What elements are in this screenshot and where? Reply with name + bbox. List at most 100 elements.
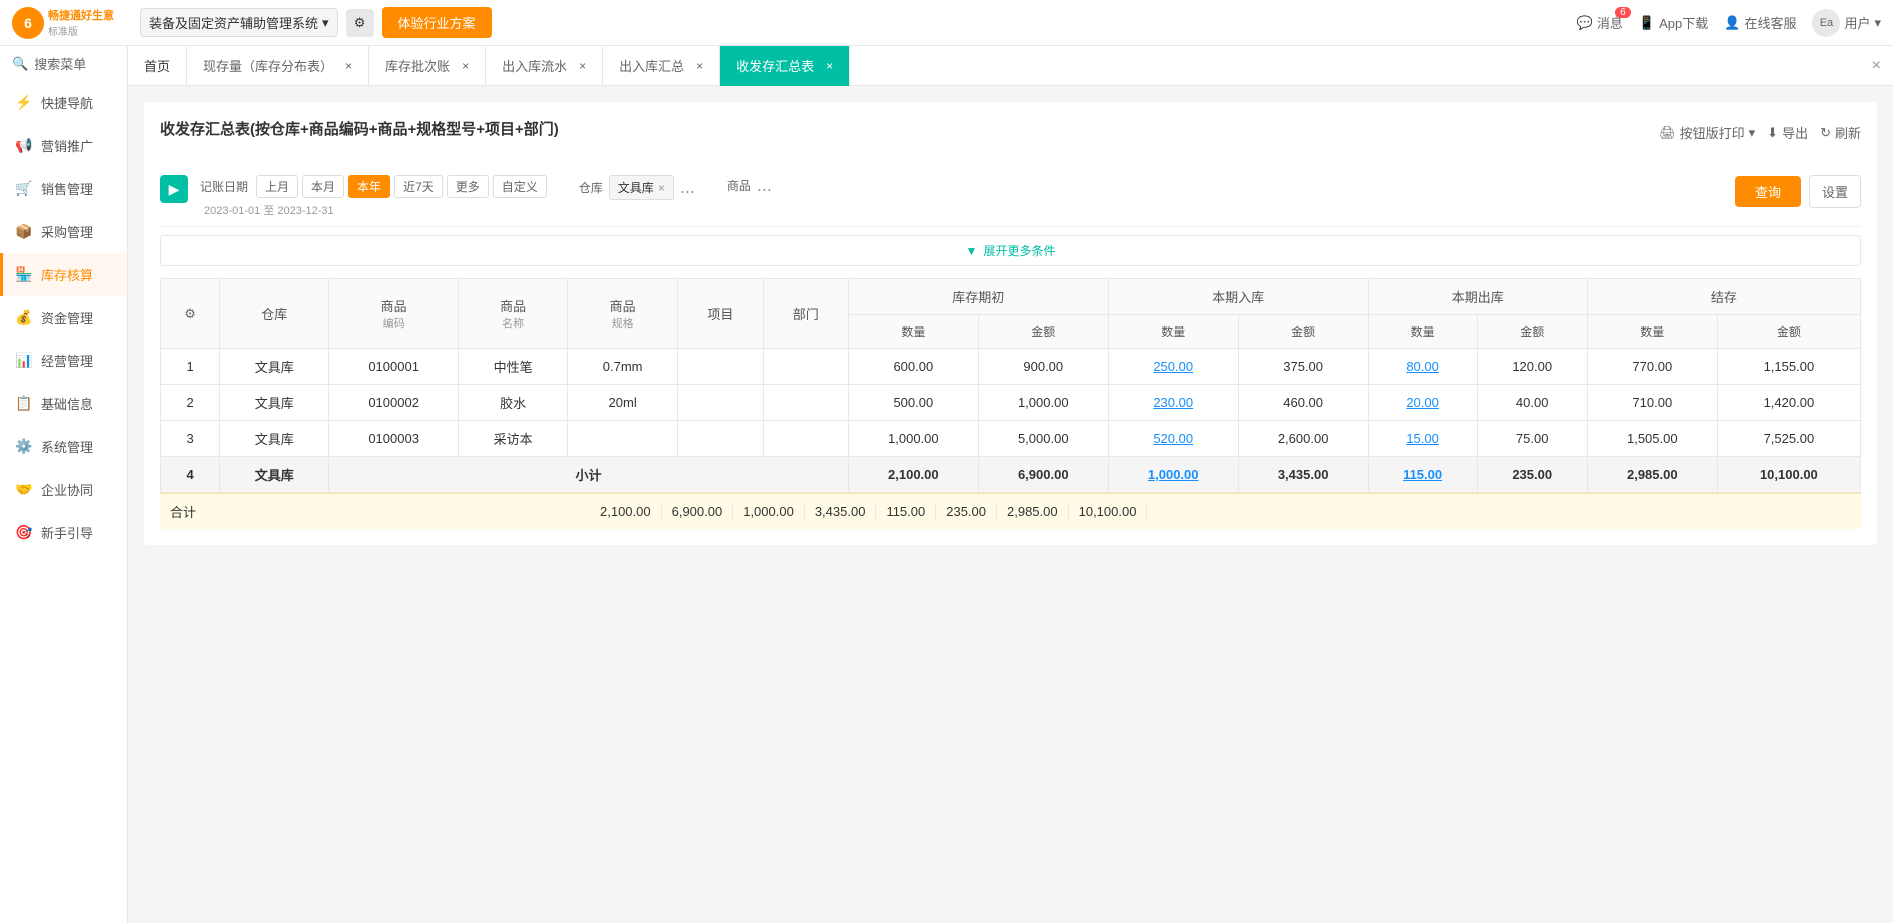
- sidebar-item-purchase[interactable]: 📦 采购管理: [0, 210, 127, 253]
- subtotal-warehouse: 文具库: [220, 457, 329, 493]
- date-more[interactable]: 更多: [447, 175, 489, 198]
- date-this-month[interactable]: 本月: [302, 175, 344, 198]
- sidebar-item-quick-nav[interactable]: ⚡ 快捷导航: [0, 81, 127, 124]
- print-button[interactable]: 🖨 按钮版打印 ▾: [1659, 123, 1755, 142]
- export-button[interactable]: ⬇ 导出: [1767, 123, 1808, 142]
- warehouse-more[interactable]: ...: [680, 177, 695, 198]
- app-wrapper: 6 畅捷通好生意 标准版 装备及固定资产辅助管理系统 ▾ ⚙ 体验行业方案 💬 …: [0, 0, 1893, 923]
- row1-bal-amt: 1,155.00: [1717, 349, 1860, 385]
- row2-in-qty[interactable]: 230.00: [1108, 385, 1238, 421]
- sidebar-item-guide[interactable]: 🎯 新手引导: [0, 511, 127, 554]
- top-right: 💬 消息 6 📱 App下载 👤 在线客服 Ea 用户 ▾: [1577, 9, 1881, 37]
- row2-out-amt: 40.00: [1477, 385, 1587, 421]
- expand-more-bar[interactable]: ▼ 展开更多条件: [160, 235, 1861, 266]
- goods-filter: 商品 ...: [727, 175, 772, 196]
- system-icon: ⚙️: [15, 438, 33, 456]
- online-service-item[interactable]: 👤 在线客服: [1724, 13, 1796, 32]
- tab-stock-dist[interactable]: 现存量（库存分布表） ×: [187, 46, 369, 86]
- row3-in-qty[interactable]: 520.00: [1108, 421, 1238, 457]
- row1-dept: [763, 349, 848, 385]
- experience-button[interactable]: 体验行业方案: [382, 7, 492, 38]
- col-project-header: 项目: [678, 279, 763, 349]
- tab-close-icon[interactable]: ×: [462, 59, 469, 73]
- logo-icon: 6: [12, 7, 44, 39]
- message-item[interactable]: 💬 消息 6: [1577, 13, 1623, 32]
- settings-button[interactable]: 设置: [1809, 175, 1861, 208]
- total-label: 合计: [170, 502, 590, 521]
- system-dropdown[interactable]: 装备及固定资产辅助管理系统 ▾: [140, 8, 338, 37]
- print-icon: 🖨: [1659, 125, 1676, 141]
- system-title: 装备及固定资产辅助管理系统 ▾ ⚙ 体验行业方案: [140, 7, 1577, 38]
- page-card: 收发存汇总表(按仓库+商品编码+商品+规格型号+项目+部门) 🖨 按钮版打印 ▾…: [144, 102, 1877, 545]
- row1-out-qty[interactable]: 80.00: [1368, 349, 1477, 385]
- search-menu-item[interactable]: 🔍 搜索菜单: [0, 46, 127, 81]
- col-goods-code-header: 商品 编码: [329, 279, 459, 349]
- sidebar-item-inventory[interactable]: 🏪 库存核算: [0, 253, 127, 296]
- page-title: 收发存汇总表(按仓库+商品编码+商品+规格型号+项目+部门): [160, 118, 559, 139]
- sidebar-item-operations[interactable]: 📊 经营管理: [0, 339, 127, 382]
- tab-bar-close-icon[interactable]: ×: [1872, 57, 1893, 75]
- row1-warehouse: 文具库: [220, 349, 329, 385]
- tab-home[interactable]: 首页: [128, 46, 187, 86]
- subtotal-label: 小计: [329, 457, 849, 493]
- col-init-header: 库存期初: [848, 279, 1108, 315]
- page-content: 收发存汇总表(按仓库+商品编码+商品+规格型号+项目+部门) 🖨 按钮版打印 ▾…: [128, 86, 1893, 923]
- row3-out-amt: 75.00: [1477, 421, 1587, 457]
- warehouse-filter: 仓库 文具库 × ...: [579, 175, 695, 200]
- row2-code: 0100002: [329, 385, 459, 421]
- inventory-icon: 🏪: [15, 266, 33, 284]
- total-bal-qty: 2,985.00: [997, 504, 1069, 519]
- col-settings-icon[interactable]: ⚙: [184, 306, 196, 321]
- total-in-amt: 3,435.00: [805, 504, 877, 519]
- warehouse-tag-close[interactable]: ×: [658, 181, 665, 195]
- user-item[interactable]: Ea 用户 ▾: [1812, 9, 1881, 37]
- quick-nav-icon: ⚡: [15, 94, 33, 112]
- row1-code: 0100001: [329, 349, 459, 385]
- row2-out-qty[interactable]: 20.00: [1368, 385, 1477, 421]
- date-last-month[interactable]: 上月: [256, 175, 298, 198]
- subtotal-seq: 4: [161, 457, 220, 493]
- row3-dept: [763, 421, 848, 457]
- row2-spec: 20ml: [568, 385, 678, 421]
- tab-recv-send[interactable]: 收发存汇总表 ×: [720, 46, 850, 86]
- tab-summary[interactable]: 出入库汇总 ×: [603, 46, 720, 86]
- col-settings-header[interactable]: ⚙: [161, 279, 220, 349]
- row1-in-qty[interactable]: 250.00: [1108, 349, 1238, 385]
- col-out-qty: 数量: [1368, 315, 1477, 349]
- settings-icon[interactable]: ⚙: [346, 9, 374, 37]
- tab-close-active-icon[interactable]: ×: [826, 59, 833, 73]
- date-custom[interactable]: 自定义: [493, 175, 547, 198]
- sidebar-item-sales[interactable]: 🛒 销售管理: [0, 167, 127, 210]
- sidebar: 🔍 搜索菜单 ⚡ 快捷导航 📢 营销推广 🛒 销售管理 📦 采购管理 🏪: [0, 46, 128, 923]
- sidebar-item-marketing[interactable]: 📢 营销推广: [0, 124, 127, 167]
- export-icon: ⬇: [1767, 125, 1778, 141]
- col-init-amt: 金额: [978, 315, 1108, 349]
- sidebar-item-finance[interactable]: 💰 资金管理: [0, 296, 127, 339]
- search-icon: 🔍: [12, 56, 28, 72]
- tab-flow[interactable]: 出入库流水 ×: [486, 46, 603, 86]
- date-this-year[interactable]: 本年: [348, 175, 390, 198]
- app-download-item[interactable]: 📱 App下载: [1639, 13, 1708, 32]
- tab-close-icon[interactable]: ×: [345, 59, 352, 73]
- date-7days[interactable]: 近7天: [394, 175, 443, 198]
- tab-close-icon[interactable]: ×: [579, 59, 586, 73]
- row3-out-qty[interactable]: 15.00: [1368, 421, 1477, 457]
- warehouse-tag: 文具库 ×: [609, 175, 674, 200]
- chevron-down-icon: ▾: [322, 15, 329, 31]
- sidebar-item-system[interactable]: ⚙️ 系统管理: [0, 425, 127, 468]
- filter-expand-button[interactable]: ▶: [160, 175, 188, 203]
- sidebar-item-enterprise[interactable]: 🤝 企业协同: [0, 468, 127, 511]
- refresh-button[interactable]: ↻ 刷新: [1820, 123, 1861, 142]
- row1-name: 中性笔: [459, 349, 568, 385]
- total-in-qty: 1,000.00: [733, 504, 805, 519]
- total-init-amt: 6,900.00: [662, 504, 734, 519]
- goods-more[interactable]: ...: [757, 175, 772, 196]
- warehouse-label: 仓库: [579, 179, 603, 196]
- sidebar-item-basic-info[interactable]: 📋 基础信息: [0, 382, 127, 425]
- marketing-icon: 📢: [15, 137, 33, 155]
- tab-batch[interactable]: 库存批次账 ×: [369, 46, 486, 86]
- subtotal-init-amt: 6,900.00: [978, 457, 1108, 493]
- row2-project: [678, 385, 763, 421]
- query-button[interactable]: 查询: [1735, 176, 1801, 207]
- tab-close-icon[interactable]: ×: [696, 59, 703, 73]
